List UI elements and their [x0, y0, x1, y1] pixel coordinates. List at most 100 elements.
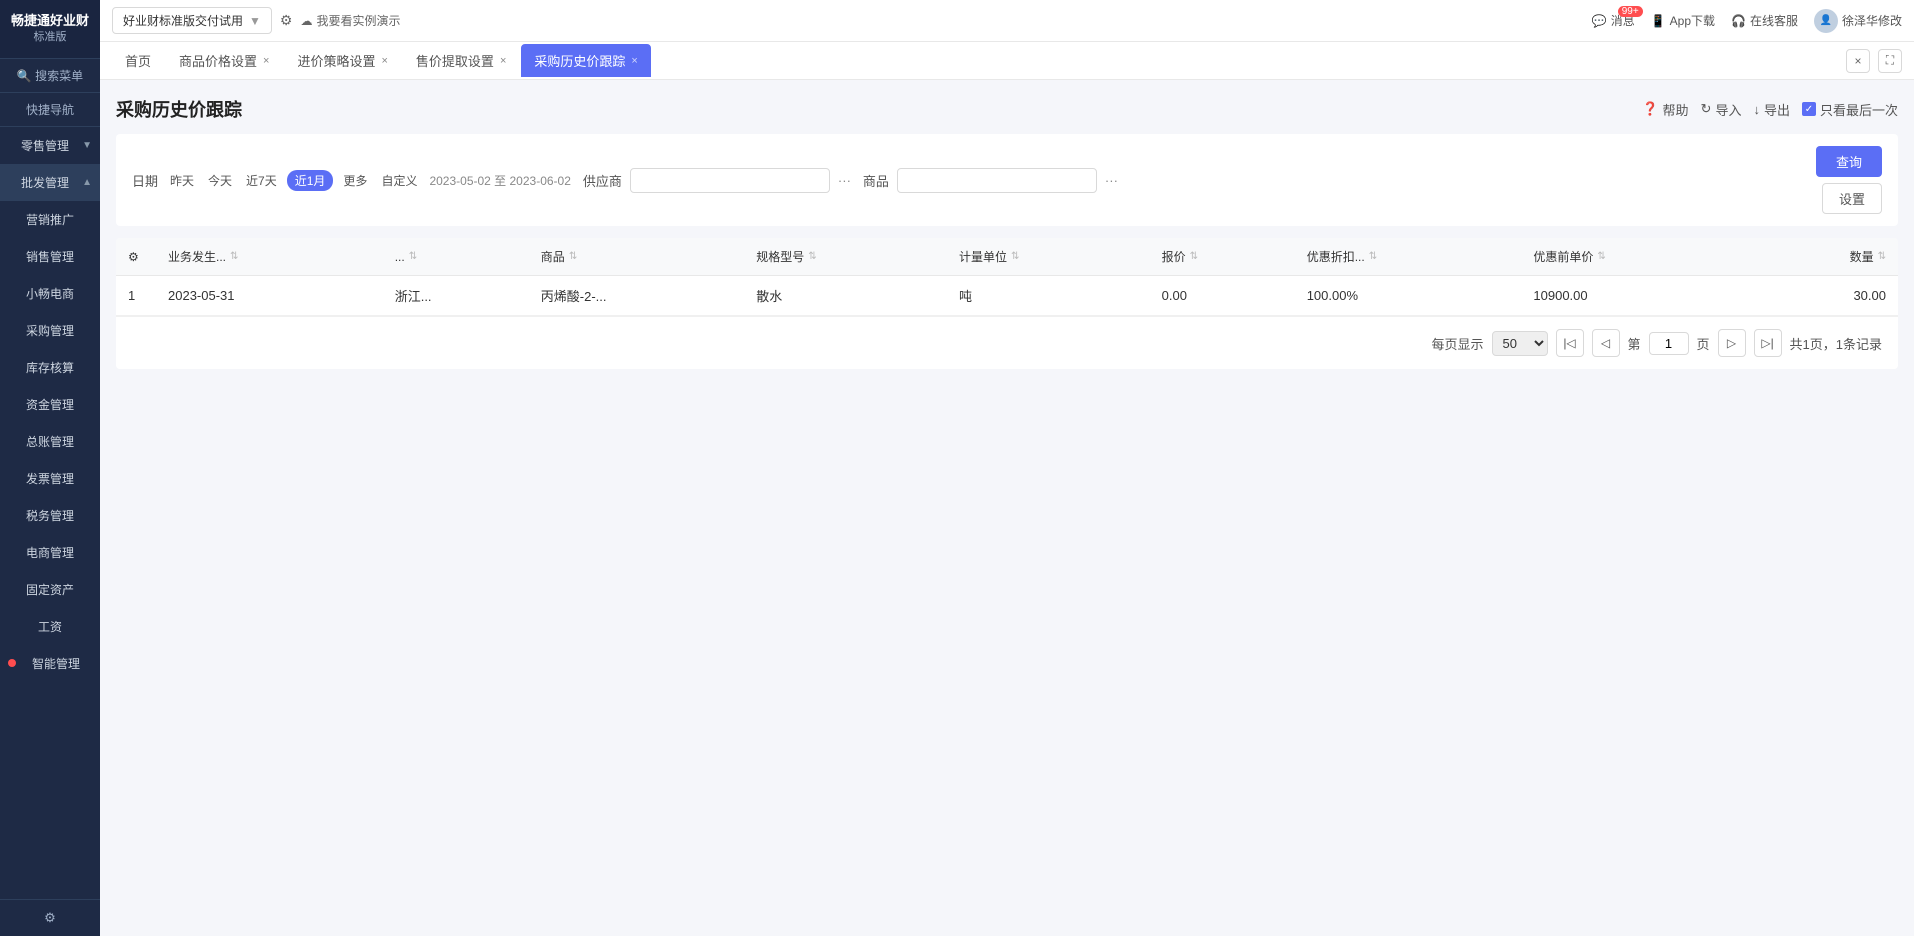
cell-pre-price: 10900.00: [1521, 276, 1753, 316]
sidebar-item-tax[interactable]: 税务管理: [0, 497, 100, 534]
sidebar-item-ledger[interactable]: 总账管理: [0, 423, 100, 460]
sidebar-item-finance[interactable]: 资金管理: [0, 386, 100, 423]
tab-cost-strategy[interactable]: 进价策略设置 ×: [284, 44, 400, 77]
avatar: 👤: [1814, 9, 1838, 33]
only-last-checkbox[interactable]: ✓ 只看最后一次: [1802, 100, 1898, 119]
online-service-button[interactable]: 🎧 在线客服: [1731, 12, 1798, 29]
export-icon: ↓: [1753, 102, 1760, 117]
user-info[interactable]: 👤 徐泽华修改: [1814, 9, 1902, 33]
tab-close-button[interactable]: ×: [1846, 49, 1870, 73]
tab-home[interactable]: 首页: [112, 44, 164, 77]
sidebar-gear-button[interactable]: ⚙: [0, 900, 100, 936]
page-number-input[interactable]: [1649, 332, 1689, 355]
pagination-bar: 每页显示 50 10 20 100 |◁ ◁ 第 页 ▷ ▷| 共1页，1条记录: [116, 316, 1898, 369]
supplier-input[interactable]: [630, 168, 830, 193]
import-link[interactable]: ↻ 导入: [1701, 100, 1742, 119]
sidebar-quick-nav[interactable]: 快捷导航: [0, 93, 100, 127]
close-icon[interactable]: ×: [500, 55, 506, 67]
th-more[interactable]: ... ⇅: [383, 238, 529, 276]
cell-unit: 吨: [947, 276, 1150, 316]
cell-quote: 0.00: [1150, 276, 1295, 316]
tab-expand-button[interactable]: ⛶: [1878, 49, 1902, 73]
page-title: 采购历史价跟踪: [116, 96, 242, 122]
query-button[interactable]: 查询: [1816, 146, 1882, 177]
sidebar-item-wholesale[interactable]: 批发管理 ▲: [0, 164, 100, 201]
sidebar-item-ecommerce-small[interactable]: 小畅电商: [0, 275, 100, 312]
sidebar-item-marketing[interactable]: 营销推广: [0, 201, 100, 238]
main-content: 好业财标准版交付试用 ▼ ⚙ ☁ 我要看实例演示 💬 消息 99+ 📱 App下…: [100, 0, 1914, 936]
export-link[interactable]: ↓ 导出: [1753, 100, 1790, 119]
goods-more[interactable]: ···: [1105, 173, 1118, 188]
th-gear[interactable]: ⚙: [116, 238, 156, 276]
settings-button[interactable]: 设置: [1822, 183, 1882, 214]
sort-icon: ⇅: [409, 251, 417, 262]
demo-icon: ☁: [300, 14, 312, 28]
version-selector[interactable]: 好业财标准版交付试用 ▼: [112, 7, 272, 34]
sort-icon: ⇅: [1878, 251, 1886, 262]
search-icon: 🔍: [17, 69, 32, 83]
date-option-more[interactable]: 更多: [339, 170, 371, 191]
date-option-today[interactable]: 今天: [204, 170, 236, 191]
sort-icon: ⇅: [1369, 251, 1377, 262]
prev-page-button[interactable]: ◁: [1592, 329, 1620, 357]
date-option-yesterday[interactable]: 昨天: [166, 170, 198, 191]
demo-link[interactable]: ☁ 我要看实例演示: [300, 12, 400, 29]
date-label: 日期: [132, 171, 158, 190]
settings-icon[interactable]: ⚙: [280, 12, 293, 29]
cell-goods: 丙烯酸-2-...: [529, 276, 744, 316]
supplier-label: 供应商: [583, 171, 622, 190]
close-icon[interactable]: ×: [381, 55, 387, 67]
date-option-7days[interactable]: 近7天: [242, 170, 281, 191]
supplier-more[interactable]: ···: [838, 173, 851, 188]
app-download-button[interactable]: 📱 App下载: [1651, 12, 1715, 29]
tab-purchase-history[interactable]: 采购历史价跟踪 ×: [521, 44, 650, 77]
close-icon[interactable]: ×: [263, 55, 269, 67]
sidebar-item-ecommerce[interactable]: 电商管理: [0, 534, 100, 571]
cell-qty: 30.00: [1753, 276, 1898, 316]
help-link[interactable]: ❓ 帮助: [1642, 100, 1688, 119]
header-right: 💬 消息 99+ 📱 App下载 🎧 在线客服 👤 徐泽华修改: [1592, 9, 1902, 33]
th-quote[interactable]: 报价 ⇅: [1150, 238, 1295, 276]
th-spec[interactable]: 规格型号 ⇅: [744, 238, 947, 276]
help-icon: ❓: [1642, 101, 1658, 117]
sidebar-bottom: ⚙: [0, 899, 100, 936]
th-goods[interactable]: 商品 ⇅: [529, 238, 744, 276]
sidebar-item-purchase[interactable]: 采购管理: [0, 312, 100, 349]
th-biz-date[interactable]: 业务发生... ⇅: [156, 238, 383, 276]
next-page-button[interactable]: ▷: [1718, 329, 1746, 357]
date-option-1month[interactable]: 近1月: [287, 170, 334, 191]
headset-icon: 🎧: [1731, 14, 1746, 28]
page-size-select[interactable]: 50 10 20 100: [1492, 331, 1548, 356]
date-option-custom[interactable]: 自定义: [377, 170, 421, 191]
sort-icon: ⇅: [230, 251, 238, 262]
tab-price-settings[interactable]: 商品价格设置 ×: [166, 44, 282, 77]
sidebar-item-sales[interactable]: 销售管理: [0, 238, 100, 275]
cell-spec: 散水: [744, 276, 947, 316]
close-icon[interactable]: ×: [631, 55, 637, 67]
sidebar-item-inventory[interactable]: 库存核算: [0, 349, 100, 386]
sidebar-item-fixed-assets[interactable]: 固定资产: [0, 571, 100, 608]
goods-input[interactable]: [897, 168, 1097, 193]
sidebar-logo: 畅捷通好业财 标准版: [0, 0, 100, 59]
th-pre-price[interactable]: 优惠前单价 ⇅: [1521, 238, 1753, 276]
sidebar-item-invoice[interactable]: 发票管理: [0, 460, 100, 497]
header-left: 好业财标准版交付试用 ▼ ⚙ ☁ 我要看实例演示: [112, 7, 400, 34]
sidebar-item-smart[interactable]: 智能管理: [0, 645, 100, 682]
sort-icon: ⇅: [1011, 251, 1019, 262]
first-page-button[interactable]: |◁: [1556, 329, 1584, 357]
tab-price-extract[interactable]: 售价提取设置 ×: [403, 44, 519, 77]
message-badge: 99+: [1618, 6, 1643, 17]
page-content: 采购历史价跟踪 ❓ 帮助 ↻ 导入 ↓ 导出 ✓ 只看最后一次: [100, 80, 1914, 936]
last-page-button[interactable]: ▷|: [1754, 329, 1782, 357]
cell-index: 1: [116, 276, 156, 316]
th-qty[interactable]: 数量 ⇅: [1753, 238, 1898, 276]
th-discount[interactable]: 优惠折扣... ⇅: [1295, 238, 1522, 276]
page-header: 采购历史价跟踪 ❓ 帮助 ↻ 导入 ↓ 导出 ✓ 只看最后一次: [116, 96, 1898, 122]
sidebar-item-salary[interactable]: 工资: [0, 608, 100, 645]
tabs-bar: 首页 商品价格设置 × 进价策略设置 × 售价提取设置 × 采购历史价跟踪 × …: [100, 42, 1914, 80]
sidebar-search[interactable]: 🔍 搜索菜单: [0, 59, 100, 93]
th-unit[interactable]: 计量单位 ⇅: [947, 238, 1150, 276]
message-button[interactable]: 💬 消息 99+: [1592, 12, 1635, 29]
sidebar-item-retail[interactable]: 零售管理 ▼: [0, 127, 100, 164]
sort-icon: ⇅: [1597, 251, 1605, 262]
